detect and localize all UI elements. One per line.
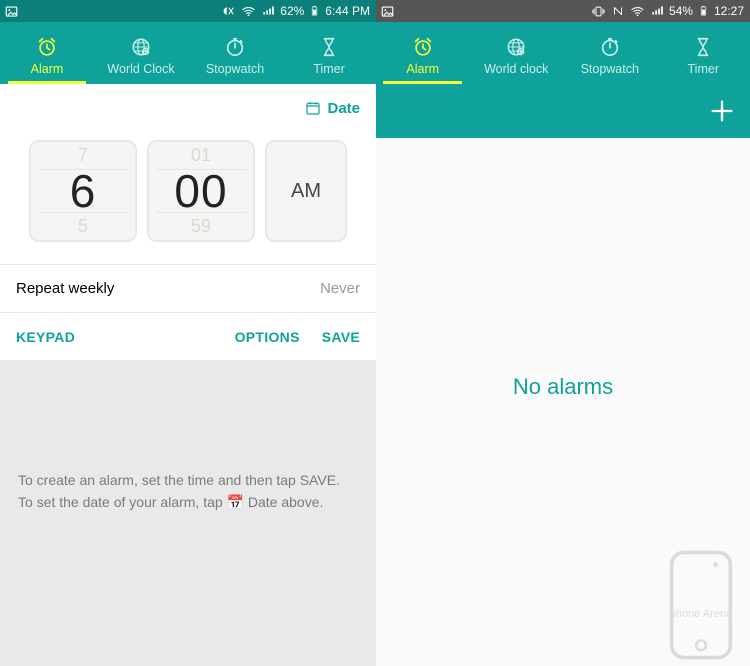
wifi-icon [630,4,645,19]
hourglass-icon [692,36,714,58]
hour-value: 6 [70,164,97,218]
status-bar: 62% 6:44 PM [0,0,376,22]
battery-percent: 54% [669,4,693,18]
battery-icon [698,3,709,19]
tab-label: Timer [313,62,344,76]
secondary-toolbar [376,84,750,138]
alarm-icon [36,36,58,58]
right-screenshot: 54% 12:27 Alarm World clock Stopwatch Ti… [376,0,750,666]
stopwatch-icon [224,36,246,58]
tab-alarm[interactable]: Alarm [376,36,470,84]
ampm-wheel[interactable]: AM [265,140,347,242]
tab-label: Stopwatch [581,62,639,76]
tab-world-clock[interactable]: World Clock [94,36,188,84]
hour-prev: 7 [30,145,136,166]
tab-bar: Alarm World Clock Stopwatch Timer [0,22,376,84]
add-alarm-button[interactable] [708,97,736,125]
options-button[interactable]: OPTIONS [235,329,300,345]
tab-label: World Clock [107,62,174,76]
tab-bar: Alarm World clock Stopwatch Timer [376,22,750,84]
repeat-value: Never [320,280,360,297]
signal-icon [261,4,275,18]
hour-wheel[interactable]: 7 6 5 [29,140,137,242]
ampm-value: AM [291,180,321,203]
nfc-icon [611,4,625,18]
vibrate-icon [591,4,606,19]
tab-stopwatch[interactable]: Stopwatch [563,36,657,84]
time-picker: 7 6 5 01 00 59 AM [0,132,376,250]
tab-label: Timer [688,62,719,76]
minute-value: 00 [174,164,227,218]
tab-label: Alarm [406,62,439,76]
tab-label: World clock [484,62,548,76]
signal-icon [650,4,664,18]
left-screenshot: 62% 6:44 PM Alarm World Clock Stopwatch … [0,0,376,666]
calendar-icon [305,100,321,116]
action-bar: KEYPAD OPTIONS SAVE [0,312,376,360]
keypad-button[interactable]: KEYPAD [16,329,75,345]
hour-next: 5 [30,216,136,237]
minute-next: 59 [148,216,254,237]
status-time: 12:27 [714,4,744,18]
tab-label: Alarm [31,62,64,76]
mute-icon [222,4,236,18]
repeat-label: Repeat weekly [16,280,114,297]
tab-world-clock[interactable]: World clock [470,36,564,84]
picture-icon [380,4,395,19]
status-bar: 54% 12:27 [376,0,750,22]
empty-text: No alarms [513,374,613,400]
tab-timer[interactable]: Timer [282,36,376,84]
battery-percent: 62% [280,4,304,18]
wifi-icon [241,4,256,19]
tip-text: To create an alarm, set the time and the… [0,360,376,666]
stopwatch-icon [599,36,621,58]
tab-stopwatch[interactable]: Stopwatch [188,36,282,84]
minute-prev: 01 [148,145,254,166]
minute-wheel[interactable]: 01 00 59 [147,140,255,242]
picture-icon [4,4,19,19]
status-time: 6:44 PM [325,4,370,18]
world-clock-icon [130,36,152,58]
repeat-row[interactable]: Repeat weekly Never [0,264,376,312]
date-button[interactable]: Date [327,100,360,117]
tab-timer[interactable]: Timer [657,36,750,84]
world-clock-icon [505,36,527,58]
hourglass-icon [318,36,340,58]
tab-alarm[interactable]: Alarm [0,36,94,84]
tab-label: Stopwatch [206,62,264,76]
battery-icon [309,3,320,19]
empty-state: No alarms [376,138,750,666]
alarm-icon [412,36,434,58]
save-button[interactable]: SAVE [322,329,360,345]
